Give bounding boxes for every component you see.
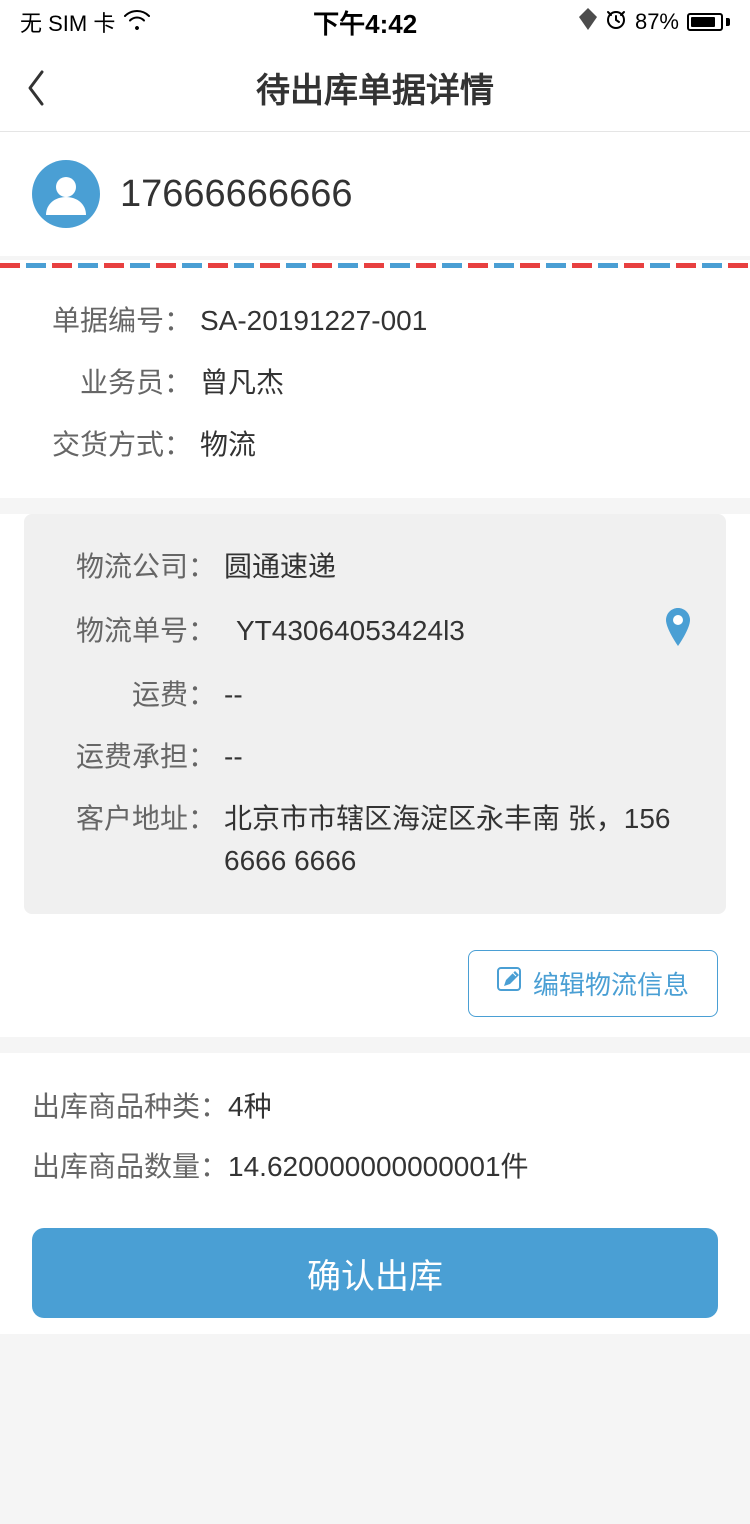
page-title: 待出库单据详情 [256, 63, 494, 112]
order-number-row: 单据编号： SA-20191227-001 [32, 300, 718, 342]
logistics-company-row: 物流公司： 圆通速递 [56, 546, 694, 588]
order-number-value: SA-20191227-001 [200, 300, 718, 342]
confirm-button-wrapper: 确认出库 [0, 1212, 750, 1334]
freight-label: 运费： [56, 674, 216, 716]
avatar [32, 160, 100, 228]
customer-phone: 17666666666 [120, 173, 352, 216]
content-spacer [0, 1324, 750, 1524]
goods-quantity-label: 出库商品数量： [32, 1145, 228, 1185]
salesman-label: 业务员： [32, 362, 192, 404]
back-button[interactable] [24, 68, 48, 108]
goods-section: 出库商品种类： 4种 出库商品数量： 14.620000000000001件 [0, 1053, 750, 1217]
section-divider [0, 1037, 750, 1053]
dashed-divider [0, 260, 750, 268]
salesman-value: 曾凡杰 [200, 362, 718, 404]
status-right: 87% [579, 8, 730, 36]
freight-bearer-label: 运费承担： [56, 736, 216, 778]
freight-bearer-value: -- [224, 736, 694, 778]
goods-type-value: 4种 [228, 1085, 718, 1125]
alarm-icon [605, 8, 627, 36]
status-bar: 无 SIM 卡 下午4:42 87% [0, 0, 750, 44]
delivery-row: 交货方式： 物流 [32, 424, 718, 466]
goods-type-row: 出库商品种类： 4种 [32, 1085, 718, 1125]
battery-percentage: 87% [635, 9, 679, 35]
basic-info-section: 单据编号： SA-20191227-001 业务员： 曾凡杰 交货方式： 物流 [0, 268, 750, 498]
nav-bar: 待出库单据详情 [0, 44, 750, 132]
order-number-label: 单据编号： [32, 300, 192, 342]
address-value: 北京市市辖区海淀区永丰南 张，156 6666 6666 [224, 798, 694, 882]
location-pin-icon[interactable] [662, 608, 694, 654]
battery-icon [687, 13, 730, 31]
address-label: 客户地址： [56, 798, 216, 840]
wifi-icon [123, 8, 151, 36]
sim-label: 无 SIM 卡 [20, 6, 115, 38]
freight-bearer-row: 运费承担： -- [56, 736, 694, 778]
confirm-button[interactable]: 确认出库 [32, 1228, 718, 1318]
customer-section: 17666666666 [0, 132, 750, 256]
goods-quantity-row: 出库商品数量： 14.620000000000001件 [32, 1145, 718, 1185]
logistics-company-label: 物流公司： [56, 546, 216, 588]
address-row: 客户地址： 北京市市辖区海淀区永丰南 张，156 6666 6666 [56, 798, 694, 882]
edit-logistics-button[interactable]: 编辑物流信息 [468, 950, 718, 1017]
location-icon [579, 8, 597, 36]
logistics-company-value: 圆通速递 [224, 546, 694, 588]
goods-quantity-value: 14.620000000000001件 [228, 1145, 718, 1185]
freight-value: -- [224, 674, 694, 716]
confirm-label: 确认出库 [307, 1249, 443, 1298]
salesman-row: 业务员： 曾凡杰 [32, 362, 718, 404]
logistics-tracking-label: 物流单号： [56, 610, 216, 652]
edit-logistics-section: 编辑物流信息 [0, 930, 750, 1037]
edit-icon [497, 967, 523, 1000]
logistics-tracking-value: YT43064053424l3 [236, 610, 650, 652]
freight-row: 运费： -- [56, 674, 694, 716]
status-left: 无 SIM 卡 [20, 6, 151, 38]
status-time: 下午4:42 [313, 4, 417, 41]
goods-type-label: 出库商品种类： [32, 1085, 228, 1125]
logistics-section: 物流公司： 圆通速递 物流单号： YT43064053424l3 运费： -- … [24, 514, 726, 914]
logistics-tracking-row: 物流单号： YT43064053424l3 [56, 608, 694, 654]
edit-logistics-label: 编辑物流信息 [533, 965, 689, 1002]
delivery-value: 物流 [200, 424, 718, 466]
delivery-label: 交货方式： [32, 424, 192, 466]
